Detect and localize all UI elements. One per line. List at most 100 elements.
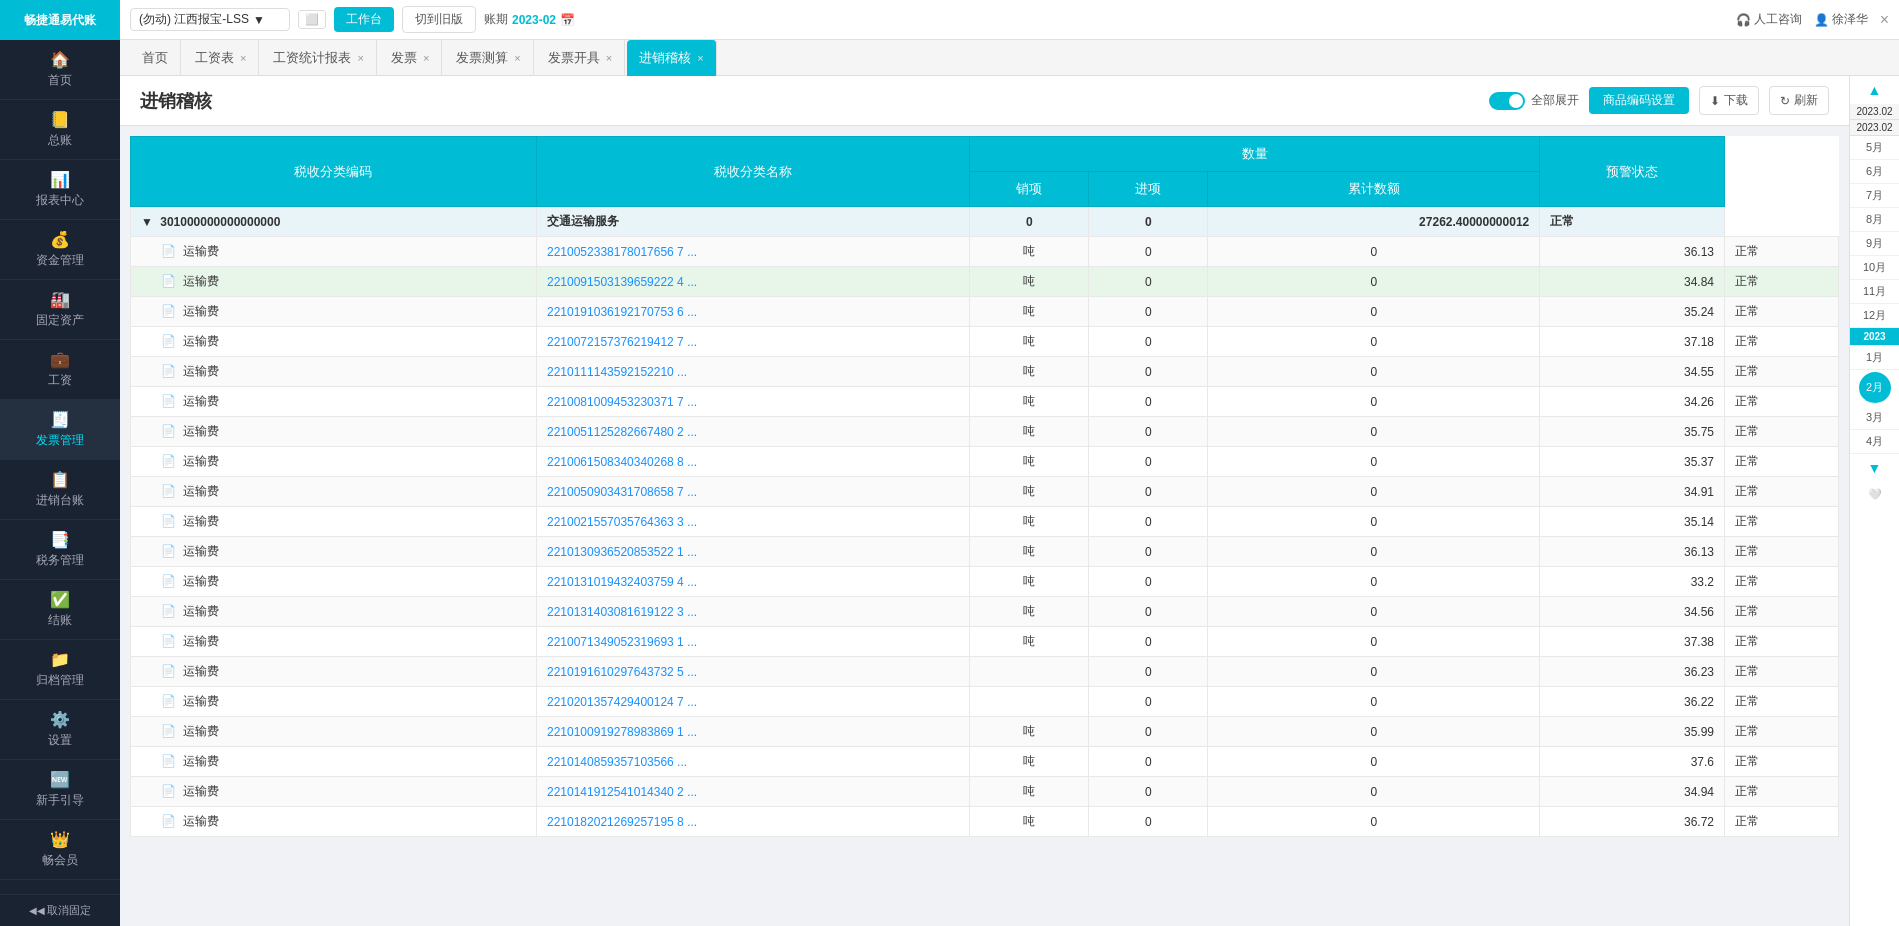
timeline-month-2[interactable]: 2月: [1859, 372, 1891, 404]
table-row[interactable]: 📄 运输费 2210191036192170753 6 ... 吨 0 0 35…: [131, 297, 1839, 327]
item-tag: [970, 657, 1089, 687]
tab-invoice-open-close[interactable]: ×: [606, 52, 612, 64]
sidebar-item-member[interactable]: 👑 畅会员: [0, 820, 120, 880]
sidebar-item-invoice-mgmt[interactable]: 🧾 发票管理: [0, 400, 120, 460]
sidebar-item-tax-label: 税务管理: [36, 552, 84, 569]
pin-button[interactable]: ◀◀ 取消固定: [0, 895, 120, 926]
item-tag: 吨: [970, 297, 1089, 327]
item-sales: 0: [1089, 597, 1208, 627]
tab-invoice-open[interactable]: 发票开具 ×: [536, 40, 625, 76]
item-tag: 吨: [970, 717, 1089, 747]
sidebar-item-ledger[interactable]: 📒 总账: [0, 100, 120, 160]
table-row[interactable]: ▼ 301000000000000000 交通运输服务 0 0 27262.40…: [131, 207, 1839, 237]
sidebar-item-report[interactable]: 📊 报表中心: [0, 160, 120, 220]
download-button[interactable]: ⬇ 下载: [1699, 86, 1759, 115]
item-purchase: 0: [1208, 687, 1540, 717]
item-status: 正常: [1725, 267, 1839, 297]
item-purchase: 0: [1208, 447, 1540, 477]
user-button[interactable]: 👤 徐泽华: [1814, 11, 1868, 28]
col-sales: 销项: [970, 172, 1089, 207]
timeline-month-6[interactable]: 6月: [1850, 160, 1899, 184]
expand-toggle[interactable]: 全部展开: [1489, 92, 1579, 110]
sidebar-item-home[interactable]: 🏠 首页: [0, 40, 120, 100]
tab-home[interactable]: 首页: [130, 40, 181, 76]
timeline-month-5[interactable]: 5月: [1850, 136, 1899, 160]
calendar-icon[interactable]: 📅: [560, 13, 575, 27]
copy-icon[interactable]: ⬜: [298, 10, 326, 29]
tab-invoice-calc-close[interactable]: ×: [514, 52, 520, 64]
tab-invoice-close[interactable]: ×: [423, 52, 429, 64]
tab-reconcile-close[interactable]: ×: [697, 52, 703, 64]
item-sales: 0: [1089, 777, 1208, 807]
table-row[interactable]: 📄 运输费 2210201357429400124 7 ... 0 0 36.2…: [131, 687, 1839, 717]
sidebar-item-settings[interactable]: ⚙️ 设置: [0, 700, 120, 760]
sidebar-item-archive[interactable]: 📁 归档管理: [0, 640, 120, 700]
tab-salary-report[interactable]: 工资统计报表 ×: [261, 40, 376, 76]
timeline-month-8[interactable]: 8月: [1850, 208, 1899, 232]
timeline-month-10[interactable]: 10月: [1850, 256, 1899, 280]
table-row[interactable]: 📄 运输费 2210131019432403759 4 ... 吨 0 0 33…: [131, 567, 1839, 597]
sidebar: 畅捷通易代账 🏠 首页 📒 总账 📊 报表中心 💰 资金管理 🏭 固定资产 💼 …: [0, 0, 120, 926]
timeline-month-4[interactable]: 4月: [1850, 430, 1899, 454]
sidebar-item-member-label: 畅会员: [42, 852, 78, 869]
table-row[interactable]: 📄 运输费 2210130936520853522 1 ... 吨 0 0 36…: [131, 537, 1839, 567]
item-invoice: 2210051125282667480 2 ...: [536, 417, 969, 447]
tab-salary-close[interactable]: ×: [240, 52, 246, 64]
company-selector[interactable]: (勿动) 江西报宝-LSS ▼: [130, 8, 290, 31]
item-purchase: 0: [1208, 477, 1540, 507]
sidebar-item-salary[interactable]: 💼 工资: [0, 340, 120, 400]
sidebar-item-report-label: 报表中心: [36, 192, 84, 209]
close-button[interactable]: ×: [1880, 11, 1889, 29]
tab-reconcile[interactable]: 进销稽核 ×: [627, 40, 716, 76]
toggle-track[interactable]: [1489, 92, 1525, 110]
tab-invoice-calc[interactable]: 发票测算 ×: [444, 40, 533, 76]
settings-button[interactable]: 商品编码设置: [1589, 87, 1689, 114]
tab-salary-report-close[interactable]: ×: [357, 52, 363, 64]
item-status: 正常: [1725, 387, 1839, 417]
table-row[interactable]: 📄 运输费 2210111143592152210 ... 吨 0 0 34.5…: [131, 357, 1839, 387]
table-row[interactable]: 📄 运输费 2210021557035764363 3 ... 吨 0 0 35…: [131, 507, 1839, 537]
table-row[interactable]: 📄 运输费 2210052338178017656 7 ... 吨 0 0 36…: [131, 237, 1839, 267]
timeline-month-12[interactable]: 12月: [1850, 304, 1899, 328]
item-sales: 0: [1089, 477, 1208, 507]
table-row[interactable]: 📄 运输费 2210071349052319693 1 ... 吨 0 0 37…: [131, 627, 1839, 657]
item-name: 📄 运输费: [131, 657, 537, 687]
table-row[interactable]: 📄 运输费 2210182021269257195 8 ... 吨 0 0 36…: [131, 807, 1839, 837]
timeline-month-7[interactable]: 7月: [1850, 184, 1899, 208]
table-row[interactable]: 📄 运输费 2210191610297643732 5 ... 0 0 36.2…: [131, 657, 1839, 687]
headphone-icon: 🎧: [1736, 13, 1751, 27]
toggle-thumb: [1509, 94, 1523, 108]
workspace-button[interactable]: 工作台: [334, 7, 394, 32]
timeline-down-button[interactable]: ▼: [1865, 458, 1885, 478]
timeline-month-1[interactable]: 1月: [1850, 346, 1899, 370]
sidebar-item-asset[interactable]: 🏭 固定资产: [0, 280, 120, 340]
table-row[interactable]: 📄 运输费 2210061508340340268 8 ... 吨 0 0 35…: [131, 447, 1839, 477]
table-row[interactable]: 📄 运输费 2210091503139659222 4 ... 吨 0 0 34…: [131, 267, 1839, 297]
item-sales: 0: [1089, 807, 1208, 837]
table-row[interactable]: 📄 运输费 2210141912541014340 2 ... 吨 0 0 34…: [131, 777, 1839, 807]
timeline-month-3[interactable]: 3月: [1850, 406, 1899, 430]
timeline-up-button[interactable]: ▲: [1865, 80, 1885, 100]
table-row[interactable]: 📄 运输费 2210050903431708658 7 ... 吨 0 0 34…: [131, 477, 1839, 507]
sidebar-item-guide[interactable]: 🆕 新手引导: [0, 760, 120, 820]
table-row[interactable]: 📄 运输费 2210081009453230371 7 ... 吨 0 0 34…: [131, 387, 1839, 417]
service-button[interactable]: 🎧 人工咨询: [1736, 11, 1802, 28]
item-invoice: 2210141912541014340 2 ...: [536, 777, 969, 807]
table-row[interactable]: 📄 运输费 2210051125282667480 2 ... 吨 0 0 35…: [131, 417, 1839, 447]
tab-invoice[interactable]: 发票 ×: [379, 40, 442, 76]
sidebar-item-fund[interactable]: 💰 资金管理: [0, 220, 120, 280]
table-row[interactable]: 📄 运输费 2210072157376219412 7 ... 吨 0 0 37…: [131, 327, 1839, 357]
sidebar-item-tax[interactable]: 📑 税务管理: [0, 520, 120, 580]
table-row[interactable]: 📄 运输费 2210140859357103566 ... 吨 0 0 37.6…: [131, 747, 1839, 777]
timeline-month-11[interactable]: 11月: [1850, 280, 1899, 304]
collapse-icon[interactable]: ▼: [141, 215, 153, 229]
item-invoice: 2210091503139659222 4 ...: [536, 267, 969, 297]
tab-salary[interactable]: 工资表 ×: [183, 40, 259, 76]
sidebar-item-reconcile-ledger[interactable]: 📋 进销台账: [0, 460, 120, 520]
table-row[interactable]: 📄 运输费 2210131403081619122 3 ... 吨 0 0 34…: [131, 597, 1839, 627]
switch-version-button[interactable]: 切到旧版: [402, 6, 476, 33]
refresh-button[interactable]: ↻ 刷新: [1769, 86, 1829, 115]
sidebar-item-settle[interactable]: ✅ 结账: [0, 580, 120, 640]
table-row[interactable]: 📄 运输费 2210100919278983869 1 ... 吨 0 0 35…: [131, 717, 1839, 747]
timeline-month-9[interactable]: 9月: [1850, 232, 1899, 256]
